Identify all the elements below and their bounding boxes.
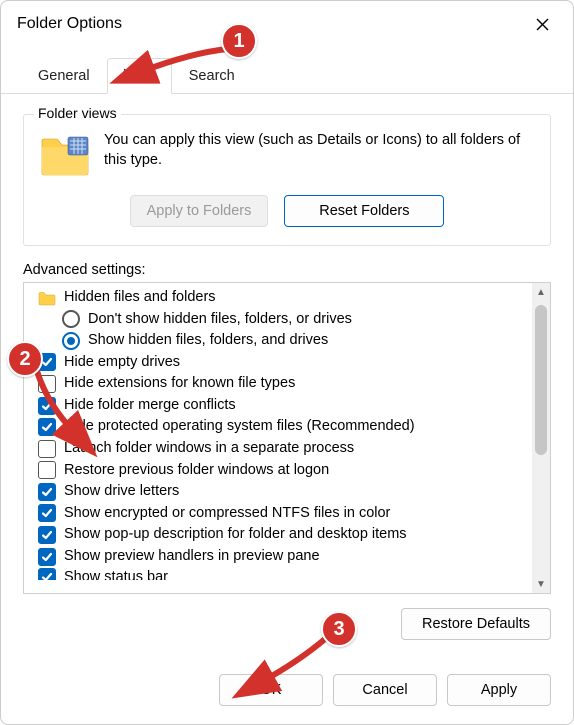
reset-folders-button[interactable]: Reset Folders xyxy=(284,195,444,227)
option-show-status-bar[interactable]: Show status bar xyxy=(32,567,528,580)
option-show-drive-letters[interactable]: Show drive letters xyxy=(32,481,528,503)
option-restore-previous-windows[interactable]: Restore previous folder windows at logon xyxy=(32,460,528,482)
option-label: Show status bar xyxy=(64,568,168,580)
checkbox-icon xyxy=(38,375,56,393)
folder-views-icon xyxy=(40,133,90,177)
ok-button[interactable]: OK xyxy=(219,674,323,706)
tabs: General View Search xyxy=(1,45,573,94)
checkbox-icon xyxy=(38,461,56,479)
option-hide-empty-drives[interactable]: Hide empty drives xyxy=(32,352,528,374)
option-label: Show pop-up description for folder and d… xyxy=(64,525,407,545)
option-label: Show encrypted or compressed NTFS files … xyxy=(64,504,390,524)
scroll-thumb[interactable] xyxy=(535,305,547,455)
option-show-encrypted-color[interactable]: Show encrypted or compressed NTFS files … xyxy=(32,503,528,525)
advanced-settings-list: Hidden files and folders Don't show hidd… xyxy=(23,282,551,594)
option-label: Hide protected operating system files (R… xyxy=(64,417,415,437)
scrollbar[interactable]: ▲ ▼ xyxy=(532,283,550,593)
radio-dont-show-label: Don't show hidden files, folders, or dri… xyxy=(88,310,352,330)
option-hide-protected-os-files[interactable]: Hide protected operating system files (R… xyxy=(32,416,528,438)
radio-icon xyxy=(62,310,80,328)
checkbox-icon xyxy=(38,504,56,522)
option-label: Launch folder windows in a separate proc… xyxy=(64,439,354,459)
checkbox-icon xyxy=(38,440,56,458)
apply-button[interactable]: Apply xyxy=(447,674,551,706)
checkbox-icon xyxy=(38,353,56,371)
option-label: Hide empty drives xyxy=(64,353,180,373)
radio-icon xyxy=(62,332,80,350)
option-show-preview-handlers[interactable]: Show preview handlers in preview pane xyxy=(32,546,528,568)
window-title: Folder Options xyxy=(17,15,122,33)
scroll-down-icon[interactable]: ▼ xyxy=(532,575,550,593)
folder-views-group: Folder views You can apply this view (su… xyxy=(23,114,551,246)
group-hidden-files: Hidden files and folders xyxy=(32,287,528,309)
folder-views-description: You can apply this view (such as Details… xyxy=(104,131,534,170)
checkbox-icon xyxy=(38,397,56,415)
close-icon xyxy=(536,18,549,31)
checkbox-icon xyxy=(38,526,56,544)
scroll-up-icon[interactable]: ▲ xyxy=(532,283,550,301)
checkbox-icon xyxy=(38,568,56,580)
tab-search[interactable]: Search xyxy=(172,59,252,94)
folder-icon xyxy=(38,290,56,306)
restore-defaults-button[interactable]: Restore Defaults xyxy=(401,608,551,640)
option-show-popup-description[interactable]: Show pop-up description for folder and d… xyxy=(32,524,528,546)
tab-general[interactable]: General xyxy=(21,59,107,94)
tab-view[interactable]: View xyxy=(107,58,172,94)
option-label: Show preview handlers in preview pane xyxy=(64,547,320,567)
checkbox-icon xyxy=(38,483,56,501)
radio-show-label: Show hidden files, folders, and drives xyxy=(88,331,328,351)
checkbox-icon xyxy=(38,548,56,566)
folder-views-legend: Folder views xyxy=(34,105,121,121)
option-label: Hide extensions for known file types xyxy=(64,374,295,394)
checkbox-icon xyxy=(38,418,56,436)
close-button[interactable] xyxy=(523,9,561,39)
option-hide-extensions[interactable]: Hide extensions for known file types xyxy=(32,373,528,395)
group-hidden-files-label: Hidden files and folders xyxy=(64,288,216,308)
apply-to-folders-button: Apply to Folders xyxy=(130,195,269,227)
option-label: Restore previous folder windows at logon xyxy=(64,461,329,481)
option-hide-merge-conflicts[interactable]: Hide folder merge conflicts xyxy=(32,395,528,417)
radio-show[interactable]: Show hidden files, folders, and drives xyxy=(32,330,528,352)
advanced-settings-label: Advanced settings: xyxy=(23,262,551,278)
cancel-button[interactable]: Cancel xyxy=(333,674,437,706)
option-label: Hide folder merge conflicts xyxy=(64,396,236,416)
option-label: Show drive letters xyxy=(64,482,179,502)
radio-dont-show[interactable]: Don't show hidden files, folders, or dri… xyxy=(32,309,528,331)
option-launch-separate-process[interactable]: Launch folder windows in a separate proc… xyxy=(32,438,528,460)
